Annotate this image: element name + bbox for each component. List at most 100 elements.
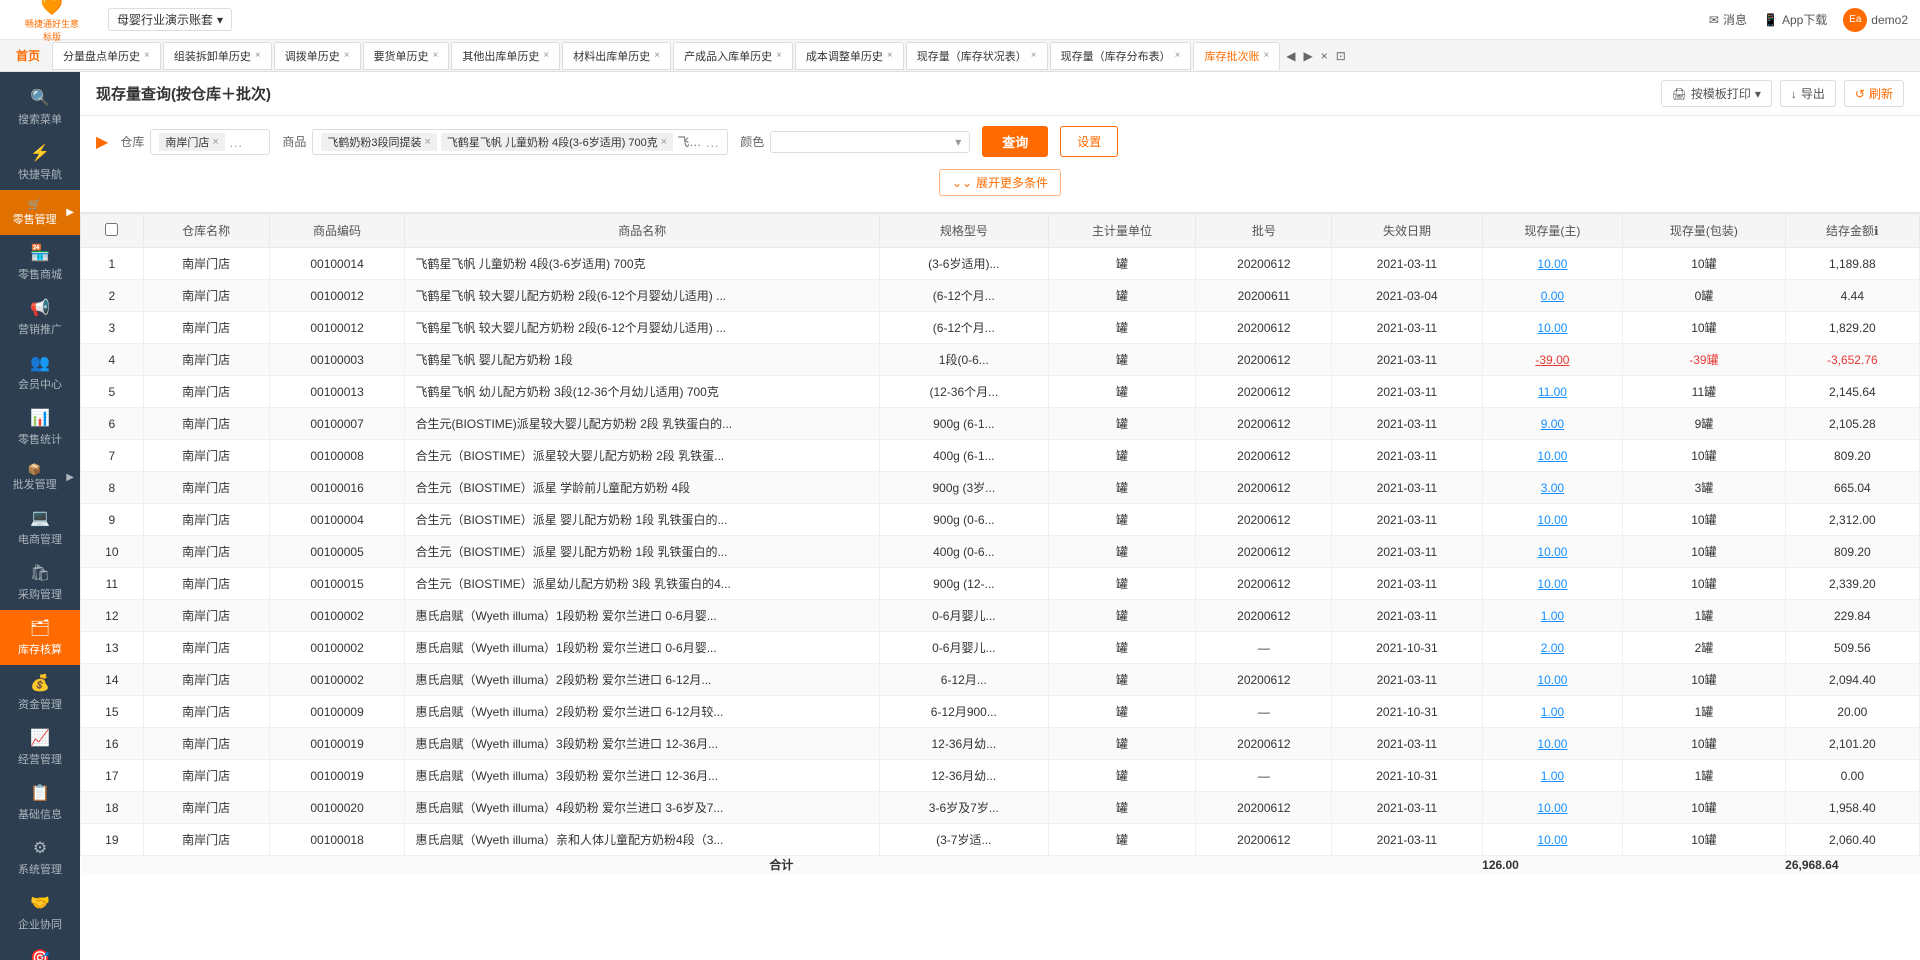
sidebar-item-quick[interactable]: ⚡ 快捷导航 <box>0 135 80 190</box>
cell-qty-main[interactable]: 10.00 <box>1482 568 1623 600</box>
tab-close-kuzhuangkuang[interactable]: × <box>1031 50 1037 61</box>
expand-filter-arrow[interactable]: ▶ <box>96 132 108 152</box>
tab-close-fenpan[interactable]: × <box>144 50 150 61</box>
cell-qty-pkg: 1罐 <box>1623 696 1785 728</box>
cell-qty-main[interactable]: 10.00 <box>1482 824 1623 856</box>
col-warehouse: 仓库名称 <box>143 214 269 248</box>
sidebar-item-collab[interactable]: 🤝 企业协同 <box>0 885 80 940</box>
cell-unit: 罐 <box>1048 472 1196 504</box>
tab-close-kucunpici[interactable]: × <box>1263 50 1269 61</box>
sidebar-item-inventory[interactable]: 🗂 库存核算 <box>0 610 80 665</box>
cell-qty-main[interactable]: 10.00 <box>1482 536 1623 568</box>
sidebar-item-operation[interactable]: 📈 经营管理 <box>0 720 80 775</box>
col-code: 商品编码 <box>269 214 405 248</box>
cell-qty-main[interactable]: 10.00 <box>1482 792 1623 824</box>
tab-fenpan[interactable]: 分量盘点单历史 × <box>52 42 161 70</box>
sidebar-item-finance[interactable]: 💰 资金管理 <box>0 665 80 720</box>
cell-no: 3 <box>81 312 144 344</box>
tab-nav-next[interactable]: ▶ <box>1300 47 1317 65</box>
tab-cailiaochu[interactable]: 材料出库单历史 × <box>562 42 671 70</box>
product-tag1-remove[interactable]: × <box>424 136 430 148</box>
cell-qty-main[interactable]: 10.00 <box>1482 664 1623 696</box>
cell-expire: 2021-03-11 <box>1332 408 1482 440</box>
cell-qty-main[interactable]: 2.00 <box>1482 632 1623 664</box>
cell-qty-main[interactable]: 10.00 <box>1482 504 1623 536</box>
sidebar-item-retail-stats[interactable]: 📊 零售统计 <box>0 400 80 455</box>
tab-close-diaobodanl[interactable]: × <box>344 50 350 61</box>
tab-zuzhichexiao[interactable]: 组装拆卸单历史 × <box>163 42 272 70</box>
product-tag-2: 飞鹤星飞帆 儿童奶粉 4段(3-6岁适用) 700克 × <box>441 133 673 151</box>
table-row: 1 南岸门店 00100014 飞鹤星飞帆 儿童奶粉 4段(3-6岁适用) 70… <box>81 248 1920 280</box>
refresh-btn[interactable]: ↺ 刷新 <box>1844 80 1904 107</box>
cell-qty-main[interactable]: 10.00 <box>1482 440 1623 472</box>
tab-kucunpicizh[interactable]: 库存批次账 × <box>1193 42 1280 70</box>
warehouse-tag-remove[interactable]: × <box>212 136 218 148</box>
cell-qty-main[interactable]: 10.00 <box>1482 312 1623 344</box>
export-btn[interactable]: ↓ 导出 <box>1780 80 1836 107</box>
sidebar-item-purchase[interactable]: 🛍 采购管理 <box>0 555 80 610</box>
tab-close-qitachuku[interactable]: × <box>543 50 549 61</box>
settings-btn[interactable]: 设置 <box>1060 126 1118 157</box>
user-avatar[interactable]: Ea demo2 <box>1843 8 1908 32</box>
tab-nav-menu[interactable]: ⊡ <box>1332 47 1350 65</box>
color-tag-box[interactable]: ▾ <box>770 131 970 153</box>
cell-qty-pkg: 1罐 <box>1623 760 1785 792</box>
sidebar-item-retail[interactable]: 🛒 零售管理 ▶ <box>0 190 80 235</box>
sidebar-item-search[interactable]: 🔍 搜索菜单 <box>0 80 80 135</box>
cell-qty-pkg: 10罐 <box>1623 248 1785 280</box>
tab-close-kufenbu[interactable]: × <box>1175 50 1181 61</box>
sidebar-item-guide[interactable]: 🎯 新手引导 <box>0 940 80 960</box>
tab-close-yaohuodan[interactable]: × <box>433 50 439 61</box>
cell-qty-main[interactable]: 1.00 <box>1482 600 1623 632</box>
tab-close-chenbendiaozheng[interactable]: × <box>887 50 893 61</box>
tab-xiancunliangfenbu[interactable]: 现存量（库存分布表） × <box>1050 42 1192 70</box>
cell-name: 惠氏启赋（Wyeth illuma）2段奶粉 爱尔兰进口 6-12月... <box>405 664 880 696</box>
expand-more-btn[interactable]: ⌄⌄ 展开更多条件 <box>939 169 1061 196</box>
sidebar-item-mall[interactable]: 🏪 零售商城 <box>0 235 80 290</box>
tab-diaobodanl[interactable]: 调拨单历史 × <box>274 42 361 70</box>
tab-chenbendiaozheng[interactable]: 成本调整单历史 × <box>795 42 904 70</box>
cell-amount: 4.44 <box>1785 280 1919 312</box>
cell-qty-main[interactable]: 0.00 <box>1482 280 1623 312</box>
message-btn[interactable]: ✉ 消息 <box>1709 11 1747 28</box>
cell-qty-main[interactable]: 10.00 <box>1482 728 1623 760</box>
sidebar-item-member[interactable]: 👥 会员中心 <box>0 345 80 400</box>
cell-qty-main[interactable]: 9.00 <box>1482 408 1623 440</box>
sidebar-item-marketing[interactable]: 📢 营销推广 <box>0 290 80 345</box>
tab-home[interactable]: 首页 <box>4 47 52 64</box>
top-bar: 🧡 畅捷通好生意 标版 母婴行业演示账套 ▾ ✉ 消息 📱 App下载 Ea d… <box>0 0 1920 40</box>
sidebar-item-basicinfo[interactable]: 📋 基础信息 <box>0 775 80 830</box>
cell-qty-main[interactable]: 10.00 <box>1482 248 1623 280</box>
tab-nav-close[interactable]: × <box>1317 47 1332 65</box>
product-tag2-remove[interactable]: × <box>661 136 667 148</box>
tab-close-cailiaochu[interactable]: × <box>654 50 660 61</box>
app-download-btn[interactable]: 📱 App下载 <box>1763 11 1827 28</box>
cell-qty-main[interactable]: 11.00 <box>1482 376 1623 408</box>
tab-yaohuodan[interactable]: 要货单历史 × <box>363 42 450 70</box>
cell-no: 12 <box>81 600 144 632</box>
cell-qty-main[interactable]: 1.00 <box>1482 696 1623 728</box>
sidebar-item-wholesale[interactable]: 📦 批发管理 ▶ <box>0 455 80 500</box>
query-btn[interactable]: 查询 <box>982 126 1048 157</box>
tab-qitachuku[interactable]: 其他出库单历史 × <box>451 42 560 70</box>
col-unit: 主计量单位 <box>1048 214 1196 248</box>
cell-qty-main[interactable]: 1.00 <box>1482 760 1623 792</box>
template-print-btn[interactable]: 🖨 按模板打印 ▾ <box>1661 80 1772 107</box>
tab-nav-prev[interactable]: ◀ <box>1282 47 1299 65</box>
tab-close-chengpinruku[interactable]: × <box>776 50 782 61</box>
tab-close-zuzhichexiao[interactable]: × <box>255 50 261 61</box>
industry-select[interactable]: 母婴行业演示账套 ▾ <box>108 8 232 31</box>
tab-chengpinruku[interactable]: 产成品入库单历史 × <box>673 42 793 70</box>
cell-no: 8 <box>81 472 144 504</box>
sidebar-item-ecommerce[interactable]: 💻 电商管理 <box>0 500 80 555</box>
warehouse-tag-box[interactable]: 南岸门店 × … <box>150 129 270 155</box>
col-qty-main: 现存量(主) <box>1482 214 1623 248</box>
select-all-checkbox[interactable] <box>105 223 118 236</box>
cell-qty-main[interactable]: -39.00 <box>1482 344 1623 376</box>
tab-xiancunliangkuCang[interactable]: 现存量（库存状况表） × <box>906 42 1048 70</box>
cell-batch: 20200612 <box>1196 536 1332 568</box>
sidebar-item-system[interactable]: ⚙ 系统管理 <box>0 830 80 885</box>
filter-area: ▶ 仓库 南岸门店 × … 商品 <box>80 116 1920 213</box>
product-tag-box[interactable]: 飞鹤奶粉3段同提装 × 飞鹤星飞帆 儿童奶粉 4段(3-6岁适用) 700克 ×… <box>312 129 728 155</box>
cell-qty-main[interactable]: 3.00 <box>1482 472 1623 504</box>
